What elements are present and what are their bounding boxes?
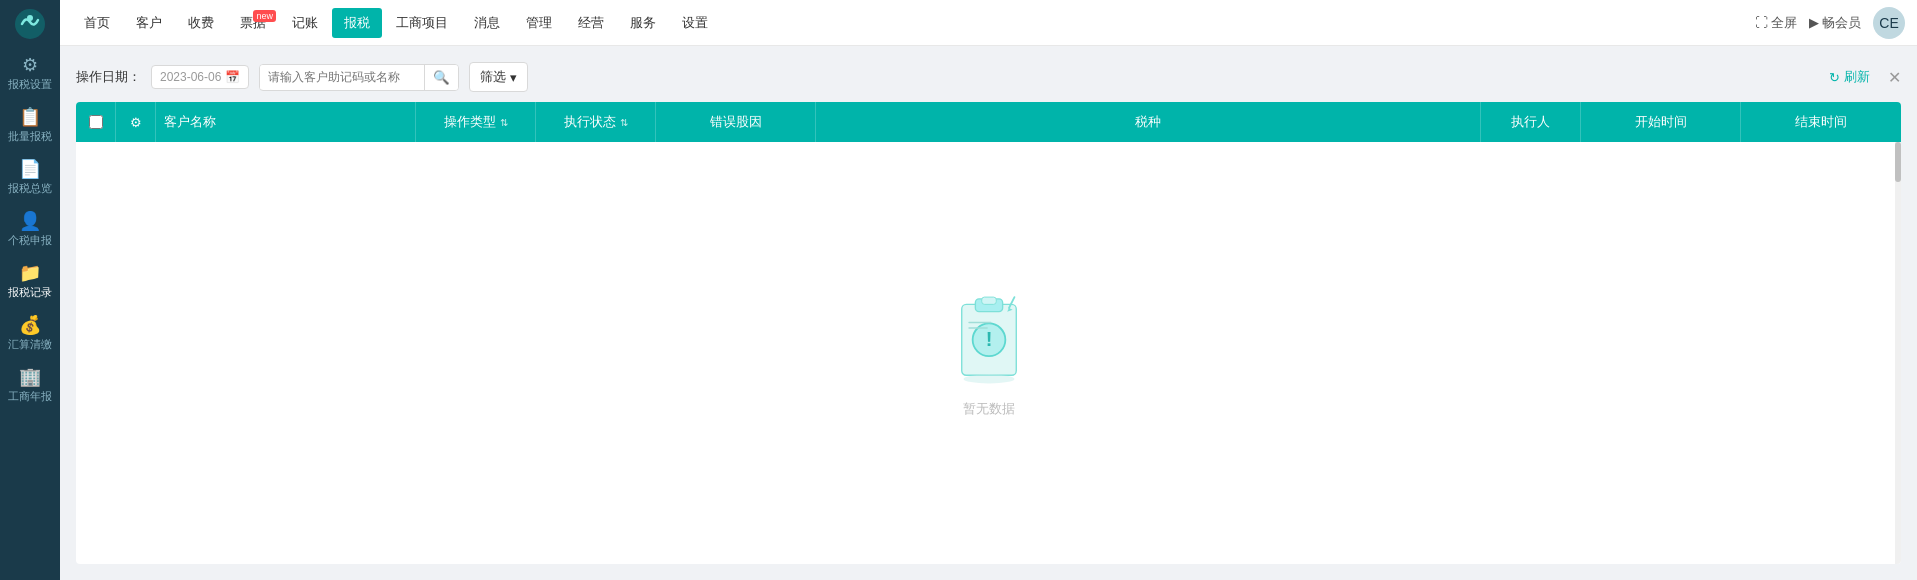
sidebar-label: 工商年报 (8, 389, 52, 404)
new-badge: new (253, 10, 276, 23)
svg-rect-4 (981, 297, 996, 304)
nav-items: 首页 客户 收费 票据 new 记账 报税 工商项目 消息 管理 经营 服务 设… (72, 8, 1755, 38)
nav-item-jingying[interactable]: 经营 (566, 8, 616, 38)
th-name: 客户名称 (156, 102, 416, 142)
refresh-button[interactable]: ↻ 刷新 (1829, 68, 1870, 86)
sidebar-label: 报税记录 (8, 285, 52, 300)
overview-icon: 📄 (19, 160, 41, 178)
nav-item-shezhi[interactable]: 设置 (670, 8, 720, 38)
svg-point-11 (963, 374, 1014, 383)
refresh-icon: ↻ (1829, 70, 1840, 85)
sidebar-item-baoshui-zonglun[interactable]: 📄 报税总览 (0, 152, 60, 204)
chevron-down-icon: ▾ (510, 70, 517, 85)
empty-illustration: ! (939, 288, 1039, 388)
th-end-time: 结束时间 (1741, 102, 1901, 142)
nav-item-fuwu[interactable]: 服务 (618, 8, 668, 38)
nav-item-gongshang-xiangmu[interactable]: 工商项目 (384, 8, 460, 38)
search-button[interactable]: 🔍 (424, 65, 458, 90)
nav-item-shoufei[interactable]: 收费 (176, 8, 226, 38)
th-gear[interactable]: ⚙ (116, 102, 156, 142)
sidebar-item-baoshui-jilu[interactable]: 📁 报税记录 (0, 256, 60, 308)
table-body: ! 暂无数据 (76, 142, 1901, 564)
sidebar-item-baoshui-shezhi[interactable]: ⚙ 报税设置 (0, 48, 60, 100)
th-start-time: 开始时间 (1581, 102, 1741, 142)
nav-item-guanli[interactable]: 管理 (514, 8, 564, 38)
filter-button[interactable]: 筛选 ▾ (469, 62, 528, 92)
vip-icon: ▶ (1809, 15, 1819, 30)
batch-tax-icon: 📋 (19, 108, 41, 126)
settlement-icon: 💰 (19, 316, 41, 334)
sidebar-item-geshuisenbao[interactable]: 👤 个税申报 (0, 204, 60, 256)
sidebar-label: 报税设置 (8, 77, 52, 92)
th-tax: 税种 (816, 102, 1481, 142)
th-exec-status[interactable]: 执行状态 ⇅ (536, 102, 656, 142)
sidebar-label: 报税总览 (8, 181, 52, 196)
sidebar-item-huisuan-jiaona[interactable]: 💰 汇算清缴 (0, 308, 60, 360)
vip-btn[interactable]: ▶ 畅会员 (1809, 14, 1861, 32)
search-input[interactable] (260, 65, 424, 89)
th-error: 错误股因 (656, 102, 816, 142)
sort-icon: ⇅ (620, 117, 628, 128)
sidebar-item-gongshang-nianbao[interactable]: 🏢 工商年报 (0, 360, 60, 412)
content-area: 操作日期： 2023-06-06 📅 🔍 筛选 ▾ ↻ 刷新 ✕ (60, 46, 1917, 580)
th-executor: 执行人 (1481, 102, 1581, 142)
settings-icon: ⚙ (22, 56, 38, 74)
scrollbar-thumb (1895, 142, 1901, 182)
topnav-right: ⛶ 全屏 ▶ 畅会员 CE (1755, 7, 1905, 39)
nav-item-jizhang[interactable]: 记账 (280, 8, 330, 38)
th-checkbox[interactable] (76, 102, 116, 142)
nav-item-piaoju[interactable]: 票据 new (228, 8, 278, 38)
sidebar-label: 个税申报 (8, 233, 52, 248)
table-header: ⚙ 客户名称 操作类型 ⇅ 执行状态 ⇅ 错误股因 税种 (76, 102, 1901, 142)
nav-item-baoshui[interactable]: 报税 (332, 8, 382, 38)
record-icon: 📁 (19, 264, 41, 282)
calendar-icon: 📅 (225, 70, 240, 84)
annual-report-icon: 🏢 (19, 368, 41, 386)
sidebar-label: 批量报税 (8, 129, 52, 144)
search-box: 🔍 (259, 64, 459, 91)
svg-text:!: ! (985, 328, 992, 350)
date-input[interactable]: 2023-06-06 📅 (151, 65, 249, 89)
sort-icon: ⇅ (500, 117, 508, 128)
table-container: ⚙ 客户名称 操作类型 ⇅ 执行状态 ⇅ 错误股因 税种 (76, 102, 1901, 564)
personal-tax-icon: 👤 (19, 212, 41, 230)
scrollbar-track[interactable] (1895, 142, 1901, 564)
th-op-type[interactable]: 操作类型 ⇅ (416, 102, 536, 142)
date-value: 2023-06-06 (160, 70, 221, 84)
sidebar-label: 汇算清缴 (8, 337, 52, 352)
column-settings-icon: ⚙ (130, 115, 142, 130)
empty-state: ! 暂无数据 (909, 258, 1069, 448)
close-button[interactable]: ✕ (1888, 68, 1901, 87)
toolbar: 操作日期： 2023-06-06 📅 🔍 筛选 ▾ ↻ 刷新 ✕ (76, 62, 1901, 92)
fullscreen-icon: ⛶ (1755, 15, 1768, 30)
nav-item-kehu[interactable]: 客户 (124, 8, 174, 38)
empty-text: 暂无数据 (963, 400, 1015, 418)
sidebar-item-piliang-baoshui[interactable]: 📋 批量报税 (0, 100, 60, 152)
sidebar-logo (0, 0, 60, 48)
select-all-checkbox[interactable] (89, 115, 103, 129)
nav-item-shouye[interactable]: 首页 (72, 8, 122, 38)
svg-point-1 (27, 15, 33, 21)
date-label: 操作日期： (76, 68, 141, 86)
top-nav: 首页 客户 收费 票据 new 记账 报税 工商项目 消息 管理 经营 服务 设… (60, 0, 1917, 46)
fullscreen-btn[interactable]: ⛶ 全屏 (1755, 14, 1797, 32)
main-area: 首页 客户 收费 票据 new 记账 报税 工商项目 消息 管理 经营 服务 设… (60, 0, 1917, 580)
nav-item-xiaoxi[interactable]: 消息 (462, 8, 512, 38)
avatar[interactable]: CE (1873, 7, 1905, 39)
sidebar: ⚙ 报税设置 📋 批量报税 📄 报税总览 👤 个税申报 📁 报税记录 💰 汇算清… (0, 0, 60, 580)
